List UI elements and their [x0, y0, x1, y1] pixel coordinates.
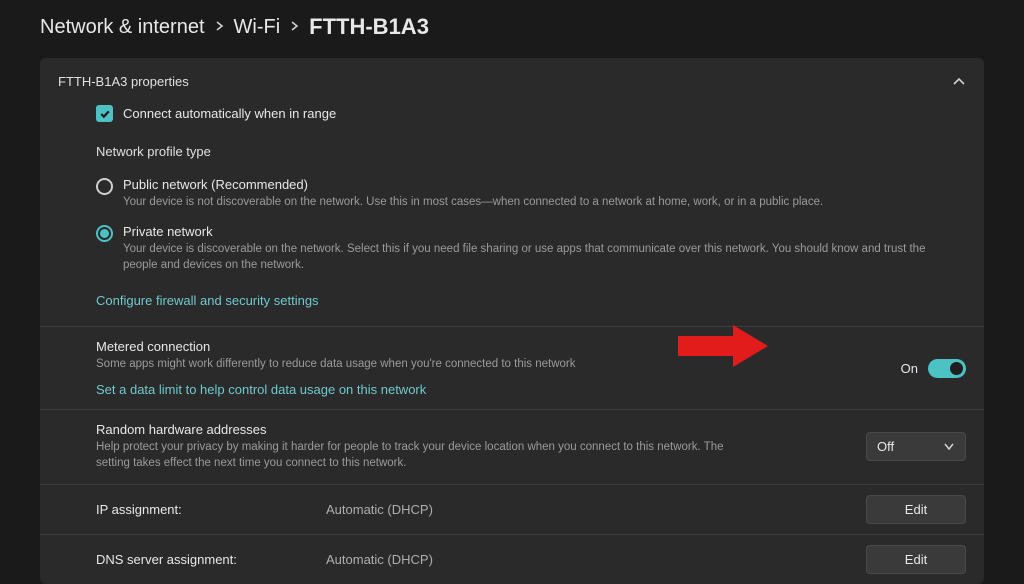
metered-state-label: On — [901, 361, 918, 376]
metered-desc: Some apps might work differently to redu… — [96, 356, 736, 372]
checkbox-checked-icon[interactable] — [96, 105, 113, 122]
random-hw-value: Off — [877, 439, 894, 454]
firewall-settings-link[interactable]: Configure firewall and security settings — [96, 293, 319, 308]
ip-label: IP assignment: — [96, 502, 306, 517]
chevron-right-icon — [290, 19, 299, 35]
chevron-right-icon — [215, 19, 224, 35]
ip-value: Automatic (DHCP) — [326, 502, 846, 517]
metered-title: Metered connection — [96, 339, 881, 354]
metered-toggle[interactable] — [928, 359, 966, 378]
auto-connect-row[interactable]: Connect automatically when in range — [96, 105, 966, 122]
auto-connect-label: Connect automatically when in range — [123, 106, 336, 121]
random-hw-row: Random hardware addresses Help protect y… — [40, 410, 984, 483]
private-network-title: Private network — [123, 224, 946, 239]
network-profile-heading: Network profile type — [96, 144, 966, 159]
properties-header-title: FTTH-B1A3 properties — [58, 74, 189, 89]
properties-panel: FTTH-B1A3 properties Connect automatical… — [40, 58, 984, 584]
random-hw-title: Random hardware addresses — [96, 422, 846, 437]
metered-connection-row: Metered connection Some apps might work … — [40, 327, 984, 409]
dns-edit-button[interactable]: Edit — [866, 545, 966, 574]
radio-on-icon[interactable] — [96, 225, 113, 242]
radio-off-icon[interactable] — [96, 178, 113, 195]
breadcrumb: Network & internet Wi-Fi FTTH-B1A3 — [40, 14, 984, 40]
ip-edit-button[interactable]: Edit — [866, 495, 966, 524]
public-network-desc: Your device is not discoverable on the n… — [123, 194, 823, 210]
private-network-desc: Your device is discoverable on the netwo… — [123, 241, 946, 273]
dns-value: Automatic (DHCP) — [326, 552, 846, 567]
breadcrumb-current: FTTH-B1A3 — [309, 14, 429, 40]
random-hw-desc: Help protect your privacy by making it h… — [96, 439, 736, 471]
breadcrumb-wifi[interactable]: Wi-Fi — [234, 16, 281, 39]
random-hw-dropdown[interactable]: Off — [866, 432, 966, 461]
radio-public-network[interactable]: Public network (Recommended) Your device… — [96, 177, 966, 210]
dns-label: DNS server assignment: — [96, 552, 306, 567]
ip-assignment-row: IP assignment: Automatic (DHCP) Edit — [40, 485, 984, 534]
chevron-down-icon — [943, 442, 955, 451]
set-data-limit-link[interactable]: Set a data limit to help control data us… — [96, 382, 426, 397]
breadcrumb-network[interactable]: Network & internet — [40, 16, 205, 39]
radio-private-network[interactable]: Private network Your device is discovera… — [96, 224, 966, 273]
properties-header[interactable]: FTTH-B1A3 properties — [40, 58, 984, 105]
dns-assignment-row: DNS server assignment: Automatic (DHCP) … — [40, 535, 984, 584]
chevron-up-icon — [952, 74, 966, 89]
public-network-title: Public network (Recommended) — [123, 177, 823, 192]
